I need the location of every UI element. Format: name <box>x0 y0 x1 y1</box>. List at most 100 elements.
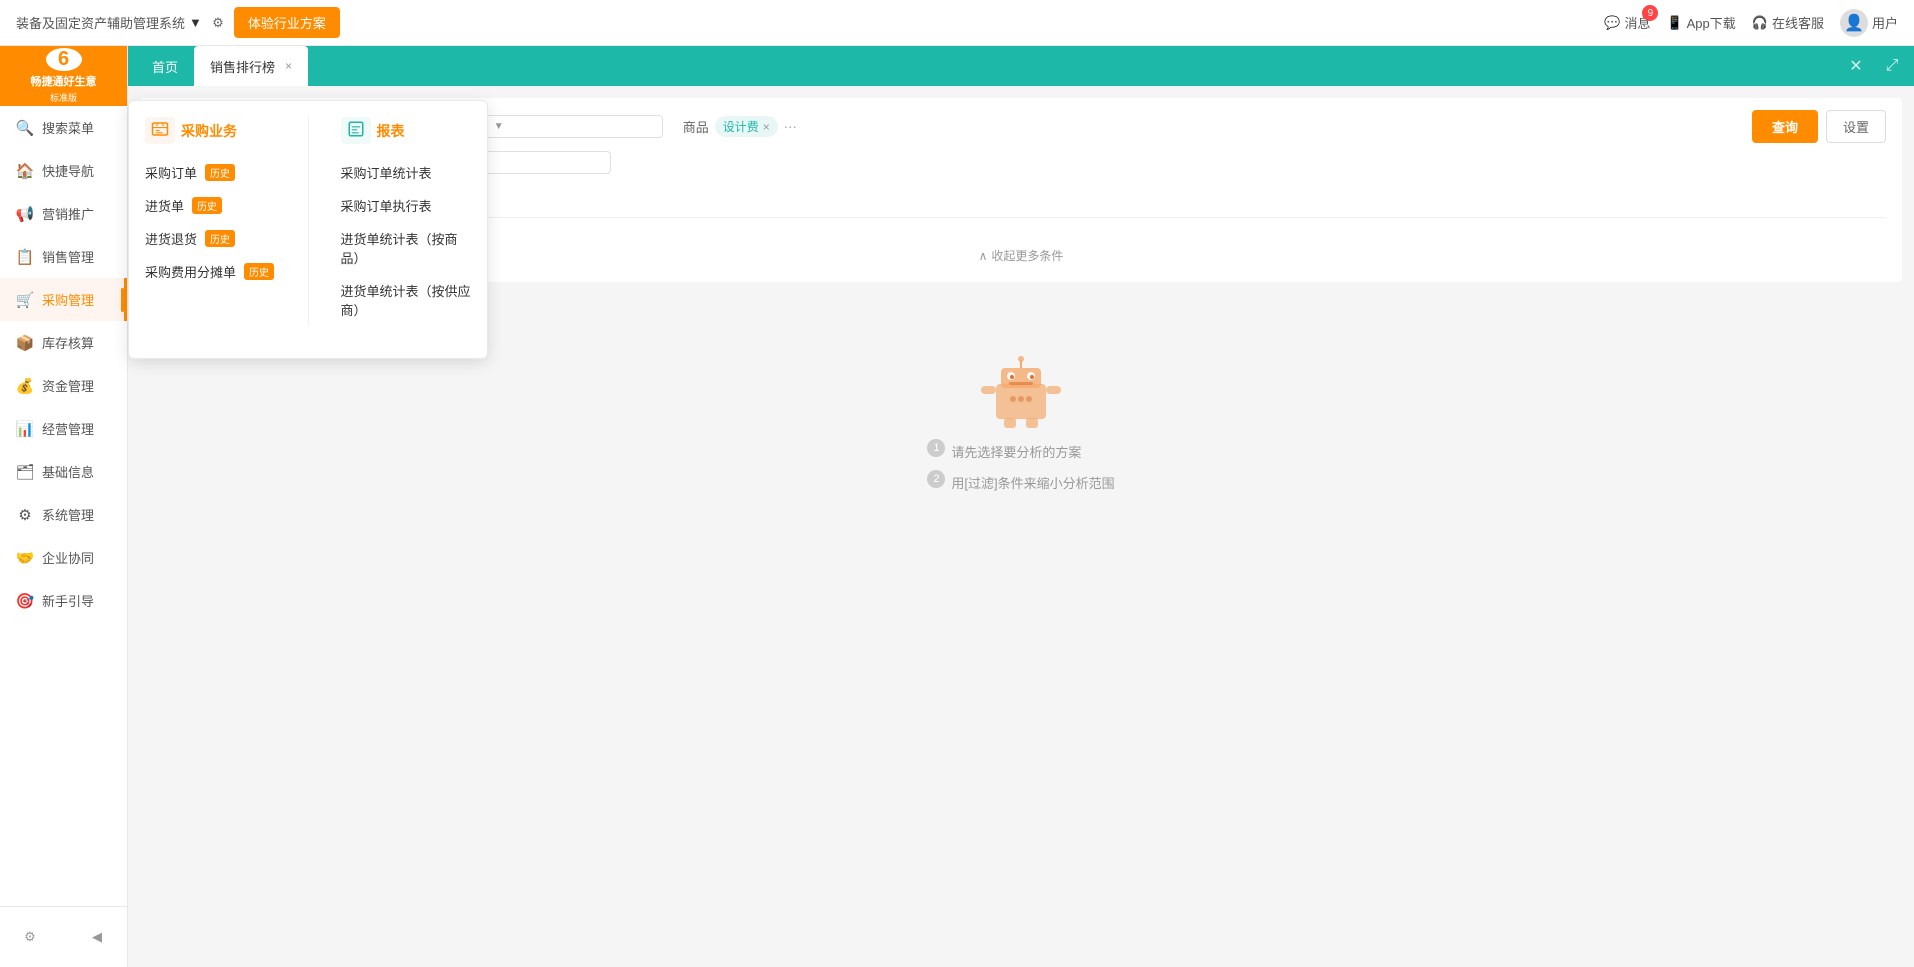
status-input[interactable]: ▼ <box>483 115 663 138</box>
guide-icon: 🎯 <box>16 592 34 610</box>
robot-svg <box>971 354 1071 434</box>
report-section-title-text: 报表 <box>377 121 405 141</box>
status-dropdown-icon: ▼ <box>494 121 504 132</box>
filter-actions: 查询 设置 <box>1752 110 1886 143</box>
sidebar-item-finance-label: 资金管理 <box>42 376 94 395</box>
sidebar-item-quick-nav-label: 快捷导航 <box>42 161 94 180</box>
dropdown-item-stock-in-stats-supplier[interactable]: 进货单统计表（按供应商） <box>341 274 472 326</box>
trial-button[interactable]: 体验行业方案 <box>234 7 340 38</box>
empty-hint-1-text: 请先选择要分析的方案 <box>951 442 1081 461</box>
empty-num-1: 1 <box>927 439 945 457</box>
sidebar-item-system-label: 系统管理 <box>42 505 94 524</box>
sidebar-item-purchase[interactable]: 🛒 采购管理 <box>0 278 127 321</box>
sidebar-item-sales-label: 销售管理 <box>42 247 94 266</box>
tab-home-label: 首页 <box>152 57 178 76</box>
sales-icon: 📋 <box>16 248 34 266</box>
sidebar-item-system[interactable]: ⚙ 系统管理 <box>0 493 127 536</box>
tab-close-btn[interactable]: × <box>285 59 292 73</box>
sidebar-logo: 6 畅捷通好生意 标准版 <box>0 46 127 106</box>
sidebar-item-inventory[interactable]: 📦 库存核算 <box>0 321 127 364</box>
purchase-order-history-badge: 历史 <box>205 164 235 181</box>
active-indicator <box>121 288 124 312</box>
tab-close-icon[interactable]: ✕ <box>1842 52 1870 80</box>
finance-icon: 💰 <box>16 377 34 395</box>
sidebar-collapse-btn[interactable]: ◀ <box>79 919 115 955</box>
sidebar-item-quick-nav[interactable]: 🏠 快捷导航 <box>0 149 127 192</box>
purchase-expense-history-badge: 历史 <box>244 263 274 280</box>
operations-icon: 📊 <box>16 420 34 438</box>
goods-tag-close[interactable]: × <box>763 120 770 134</box>
sidebar-item-sales[interactable]: 📋 销售管理 <box>0 235 127 278</box>
phone-icon: 📱 <box>1666 15 1682 31</box>
sidebar-item-marketing[interactable]: 📢 营销推广 <box>0 192 127 235</box>
sidebar-item-operations-label: 经营管理 <box>42 419 94 438</box>
avatar: 👤 <box>1840 9 1868 37</box>
goods-more-dots[interactable]: ··· <box>784 119 797 134</box>
dropdown-item-purchase-order-stats[interactable]: 采购订单统计表 <box>341 156 472 189</box>
sidebar-item-base-info[interactable]: 🗂 基础信息 <box>0 450 127 493</box>
dropdown-item-stock-in-stats-goods[interactable]: 进货单统计表（按商品） <box>341 222 472 274</box>
headset-icon: 🎧 <box>1752 15 1768 31</box>
sidebar-item-marketing-label: 营销推广 <box>42 204 94 223</box>
user-label: 用户 <box>1872 13 1898 32</box>
sidebar-item-guide[interactable]: 🎯 新手引导 <box>0 579 127 622</box>
system-name: 装备及固定资产辅助管理系统 <box>16 13 185 32</box>
tab-maximize-icon[interactable]: ⤢ <box>1878 52 1906 80</box>
dropdown-item-stock-in[interactable]: 进货单 历史 <box>145 189 276 222</box>
messages-button[interactable]: 💬 消息 9 <box>1604 13 1650 32</box>
dropdown-item-stock-in-stats-supplier-label: 进货单统计表（按供应商） <box>341 281 472 319</box>
tab-sales-ranking-label: 销售排行榜 <box>210 57 275 76</box>
tab-right-actions: ✕ ⤢ <box>1842 52 1906 80</box>
inventory-icon: 📦 <box>16 334 34 352</box>
settings-icon[interactable]: ⚙ <box>202 7 234 39</box>
collapse-label: 收起更多条件 <box>991 247 1063 264</box>
tab-sales-ranking[interactable]: 销售排行榜 × <box>194 46 308 86</box>
app-download-label: App下载 <box>1687 13 1736 32</box>
dropdown-item-stock-return-label: 进货退货 <box>145 229 197 248</box>
purchase-section-icon <box>145 117 175 144</box>
report-section-icon <box>341 117 371 144</box>
goods-filter-item: 商品 设计费 × ··· <box>683 116 797 137</box>
sidebar-item-operations[interactable]: 📊 经营管理 <box>0 407 127 450</box>
dropdown-item-purchase-expense[interactable]: 采购费用分摊单 历史 <box>145 255 276 288</box>
top-bar: 装备及固定资产辅助管理系统 ▼ ⚙ 体验行业方案 💬 消息 9 📱 App下载 … <box>0 0 1914 46</box>
stock-return-history-badge: 历史 <box>205 230 235 247</box>
sidebar-item-cooperation[interactable]: 🤝 企业协同 <box>0 536 127 579</box>
setting-button[interactable]: 设置 <box>1826 110 1886 143</box>
logo-icon: 6 <box>46 48 82 71</box>
sidebar-settings-btn[interactable]: ⚙ <box>12 919 48 955</box>
dropdown-item-purchase-order[interactable]: 采购订单 历史 <box>145 156 276 189</box>
user-menu[interactable]: 👤 用户 <box>1840 9 1898 37</box>
dropdown-item-stock-return[interactable]: 进货退货 历史 <box>145 222 276 255</box>
empty-hint-2-text: 用[过滤]条件来缩小分析范围 <box>951 473 1114 492</box>
logo-text: 畅捷通好生意 <box>31 75 97 89</box>
sidebar-item-finance[interactable]: 💰 资金管理 <box>0 364 127 407</box>
purchase-section: 采购业务 采购订单 历史 进货单 历史 进货退货 历史 采购费用分摊单 历史 <box>145 117 276 326</box>
online-service-button[interactable]: 🎧 在线客服 <box>1752 13 1824 32</box>
tab-home[interactable]: 首页 <box>136 46 194 86</box>
dropdown-item-purchase-order-exec-label: 采购订单执行表 <box>341 196 432 215</box>
report-icon-svg <box>347 120 365 138</box>
tab-bar: 首页 销售排行榜 × ✕ ⤢ <box>128 46 1914 86</box>
app-wrapper: 装备及固定资产辅助管理系统 ▼ ⚙ 体验行业方案 💬 消息 9 📱 App下载 … <box>0 0 1914 967</box>
app-download-button[interactable]: 📱 App下载 <box>1666 13 1735 32</box>
sidebar-item-search[interactable]: 🔍 搜索菜单 <box>0 106 127 149</box>
report-section-title: 报表 <box>341 117 472 144</box>
home-icon: 🏠 <box>16 162 34 180</box>
purchase-section-title: 采购业务 <box>145 117 276 144</box>
goods-tag-design: 设计费 × <box>715 116 778 137</box>
goods-tag-label: 设计费 <box>723 118 759 135</box>
dropdown-item-purchase-order-exec[interactable]: 采购订单执行表 <box>341 189 472 222</box>
system-icon: ⚙ <box>16 506 34 524</box>
empty-num-2: 2 <box>927 470 945 488</box>
empty-hints: 1 请先选择要分析的方案 2 用[过滤]条件来缩小分析范围 <box>927 434 1114 496</box>
dropdown-header: 采购业务 采购订单 历史 进货单 历史 进货退货 历史 采购费用分摊单 历史 <box>145 117 471 326</box>
search-icon: 🔍 <box>16 119 34 137</box>
report-section: 报表 采购订单统计表 采购订单执行表 进货单统计表（按商品） 进货单统计表（按供… <box>341 117 472 326</box>
collapse-up-icon: ∧ <box>979 249 988 263</box>
dropdown-item-stock-in-stats-goods-label: 进货单统计表（按商品） <box>341 229 472 267</box>
query-button[interactable]: 查询 <box>1752 110 1818 143</box>
system-name-dropdown[interactable]: 装备及固定资产辅助管理系统 ▼ <box>16 13 202 32</box>
online-service-label: 在线客服 <box>1772 13 1824 32</box>
dropdown-divider <box>308 117 309 326</box>
